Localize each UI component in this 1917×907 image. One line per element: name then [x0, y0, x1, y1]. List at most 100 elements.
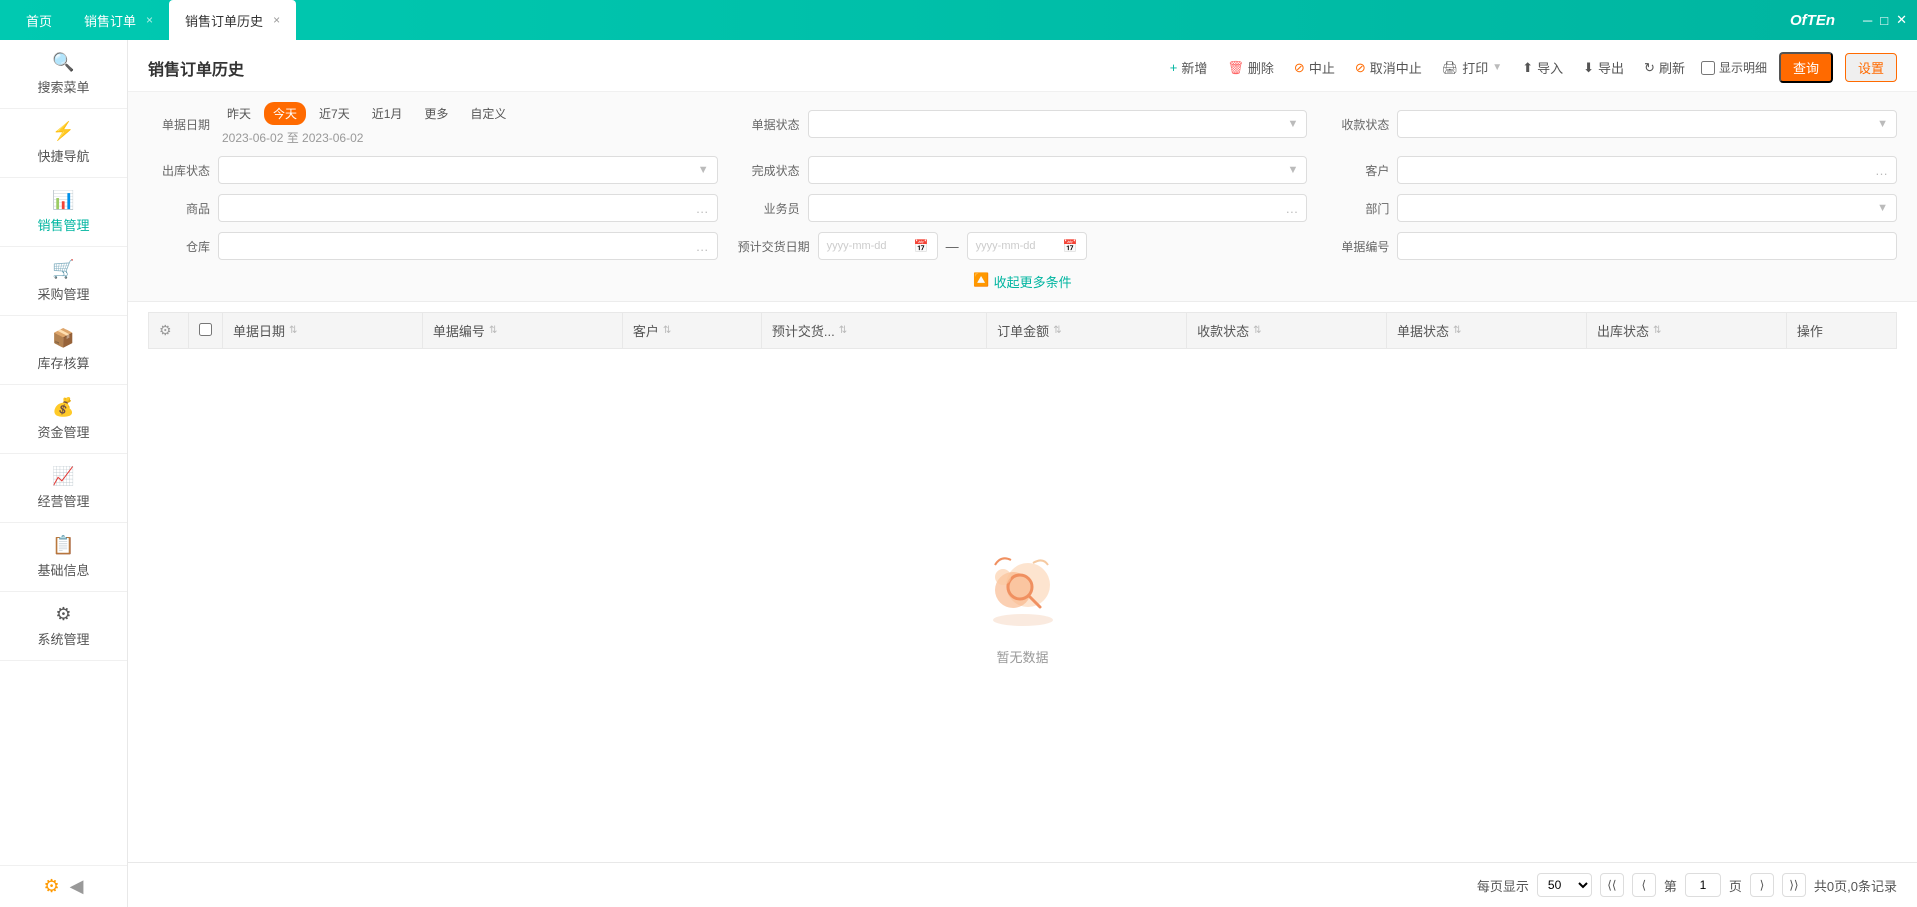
minimize-button[interactable]: ─: [1863, 13, 1872, 28]
prev-page-button[interactable]: ⟨: [1632, 873, 1656, 897]
sidebar-item-search[interactable]: 🔍 搜索菜单: [0, 40, 127, 109]
status-select[interactable]: ▼: [808, 110, 1308, 138]
import-button[interactable]: ⬆ 导入: [1518, 56, 1567, 79]
customer-input[interactable]: …: [1397, 156, 1897, 184]
doc-no-input[interactable]: [1397, 232, 1897, 260]
collapse-up-icon: 🔼: [973, 272, 989, 291]
date-7days-btn[interactable]: 近7天: [310, 102, 359, 125]
receipt-filter-label: 收款状态: [1327, 116, 1397, 133]
status-filter-label: 单据状态: [738, 116, 808, 133]
show-detail-label: 显示明细: [1719, 59, 1767, 76]
add-button[interactable]: + 新增: [1166, 56, 1212, 79]
page-label-post: 页: [1729, 876, 1742, 895]
delivery-date-filter-cell: 预计交货日期 yyyy-mm-dd 📅 — yyyy-mm-dd 📅: [738, 232, 1308, 260]
receipt-select[interactable]: ▼: [1397, 110, 1897, 138]
date-more-btn[interactable]: 更多: [415, 102, 457, 125]
brand-text: OfTEn: [1790, 12, 1835, 29]
close-window-button[interactable]: ✕: [1896, 12, 1907, 28]
sidebar-item-quicknav[interactable]: ⚡ 快捷导航: [0, 109, 127, 178]
toolbar: + 新增 🗑 删除 ⊘ 中止 ⊘ 取消中止 🖨 打印: [1166, 52, 1897, 83]
tab-sales-order[interactable]: 销售订单 ×: [68, 0, 169, 40]
sidebar-collapse-icon[interactable]: ◀: [70, 876, 84, 897]
sidebar-item-system[interactable]: ⚙ 系统管理: [0, 592, 127, 661]
th-amount[interactable]: 订单金额 ⇅: [987, 313, 1187, 349]
purchase-icon: 🛒: [52, 259, 74, 280]
delivery-end-date[interactable]: yyyy-mm-dd 📅: [967, 232, 1087, 260]
customer-dots-icon: …: [1875, 163, 1888, 178]
date-yesterday-btn[interactable]: 昨天: [218, 102, 260, 125]
th-customer[interactable]: 客户 ⇅: [622, 313, 761, 349]
export-button[interactable]: ⬇ 导出: [1579, 56, 1628, 79]
delete-button[interactable]: 🗑 删除: [1223, 56, 1278, 79]
warehouse-input[interactable]: …: [218, 232, 718, 260]
sort-date-icon: ⇅: [289, 325, 297, 336]
first-page-button[interactable]: ⟨⟨: [1600, 873, 1624, 897]
show-detail-wrapper: 显示明细: [1701, 59, 1767, 76]
query-button[interactable]: 查询: [1779, 52, 1833, 83]
refresh-button[interactable]: ↻ 刷新: [1640, 56, 1689, 79]
sidebar-settings-icon[interactable]: ⚙: [44, 876, 60, 897]
calendar-end-icon: 📅: [1063, 239, 1078, 253]
last-page-button[interactable]: ⟩⟩: [1782, 873, 1806, 897]
tab-home[interactable]: 首页: [10, 0, 68, 40]
table-settings-icon[interactable]: ⚙: [159, 322, 172, 338]
complete-select[interactable]: ▼: [808, 156, 1308, 184]
import-icon: ⬆: [1522, 60, 1533, 76]
empty-text: 暂无数据: [996, 647, 1048, 666]
date-today-btn[interactable]: 今天: [264, 102, 306, 125]
sidebar-item-operations[interactable]: 📈 经营管理: [0, 454, 127, 523]
receipt-chevron-icon: ▼: [1877, 118, 1888, 130]
search-icon: 🔍: [52, 52, 74, 73]
sidebar-bottom: ⚙ ◀: [0, 865, 127, 907]
collapse-filters-row[interactable]: 🔼 收起更多条件: [148, 268, 1897, 291]
sort-warehouse-out-icon: ⇅: [1653, 325, 1661, 336]
select-all-checkbox[interactable]: [199, 323, 212, 336]
sidebar-item-purchase[interactable]: 🛒 采购管理: [0, 247, 127, 316]
th-receipt[interactable]: 收款状态 ⇅: [1187, 313, 1387, 349]
dept-select[interactable]: ▼: [1397, 194, 1897, 222]
warehouse-out-select[interactable]: ▼: [218, 156, 718, 184]
settings-button[interactable]: 设置: [1845, 53, 1897, 82]
th-delivery[interactable]: 预计交货... ⇅: [761, 313, 986, 349]
stop-icon: ⊘: [1294, 60, 1305, 76]
add-icon: +: [1170, 60, 1178, 75]
tab-sales-order-history[interactable]: 销售订单历史 ×: [169, 0, 296, 40]
close-history-tab[interactable]: ×: [273, 13, 280, 27]
date-custom-btn[interactable]: 自定义: [461, 102, 515, 125]
cancel-stop-icon: ⊘: [1355, 60, 1366, 76]
th-no[interactable]: 单据编号 ⇅: [422, 313, 622, 349]
show-detail-checkbox[interactable]: [1701, 61, 1715, 75]
th-doc-status[interactable]: 单据状态 ⇅: [1387, 313, 1587, 349]
product-label: 商品: [148, 200, 218, 217]
dept-filter-cell: 部门 ▼: [1327, 194, 1897, 222]
page-number-input[interactable]: [1685, 873, 1721, 897]
salesperson-input[interactable]: …: [808, 194, 1308, 222]
page-title-bar: 销售订单历史 + 新增 🗑 删除 ⊘ 中止 ⊘ 取消中止: [128, 40, 1917, 92]
date-separator: —: [946, 239, 959, 254]
print-dropdown-icon: ▼: [1492, 62, 1502, 73]
warehouse-out-filter-cell: 出库状态 ▼: [148, 156, 718, 184]
date-filter-label: 单据日期: [148, 116, 218, 133]
sidebar-item-basic-info[interactable]: 📋 基础信息: [0, 523, 127, 592]
status-chevron-icon: ▼: [1287, 118, 1298, 130]
sidebar-item-inventory[interactable]: 📦 库存核算: [0, 316, 127, 385]
sidebar-item-sales[interactable]: 📊 销售管理: [0, 178, 127, 247]
stop-button[interactable]: ⊘ 中止: [1290, 56, 1339, 79]
total-records: 共0页,0条记录: [1814, 876, 1897, 895]
maximize-button[interactable]: □: [1880, 13, 1888, 28]
delivery-start-date[interactable]: yyyy-mm-dd 📅: [818, 232, 938, 260]
date-1month-btn[interactable]: 近1月: [363, 102, 412, 125]
print-button[interactable]: 🖨 打印 ▼: [1438, 56, 1506, 79]
complete-filter-cell: 完成状态 ▼: [738, 156, 1308, 184]
close-sales-order-tab[interactable]: ×: [146, 13, 153, 27]
th-warehouse-out[interactable]: 出库状态 ⇅: [1586, 313, 1786, 349]
sort-receipt-icon: ⇅: [1253, 325, 1261, 336]
collapse-label: 收起更多条件: [994, 272, 1072, 291]
sidebar-item-finance[interactable]: 💰 资金管理: [0, 385, 127, 454]
sales-icon: 📊: [52, 190, 74, 211]
product-input[interactable]: …: [218, 194, 718, 222]
cancel-stop-button[interactable]: ⊘ 取消中止: [1351, 56, 1426, 79]
page-size-select[interactable]: 50 10 20 100: [1537, 873, 1592, 897]
next-page-button[interactable]: ⟩: [1750, 873, 1774, 897]
th-date[interactable]: 单据日期 ⇅: [223, 313, 423, 349]
